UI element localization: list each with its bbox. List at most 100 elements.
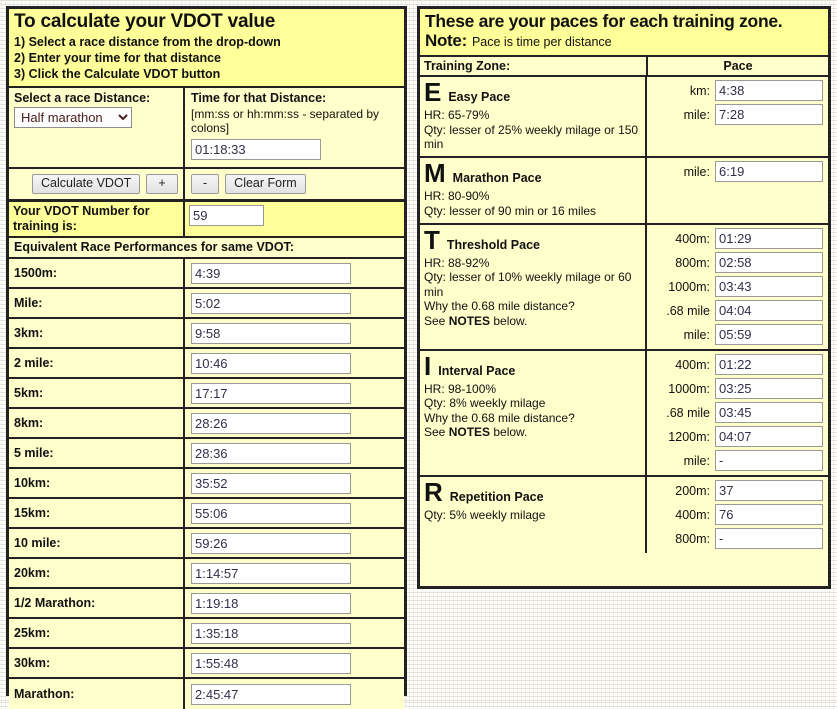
pace-line: mile: [647,324,823,345]
zone-hr-text: HR: 98-100% [424,382,641,396]
pace-value-input[interactable] [715,354,823,375]
training-paces-panel: These are your paces for each training z… [417,6,831,589]
pace-column-header: Pace [648,57,828,75]
decrement-button[interactable]: - [191,174,219,194]
pace-unit-label: mile: [647,328,715,342]
pace-value-input[interactable] [715,504,823,525]
race-time-value-input[interactable] [191,323,351,344]
pace-unit-label: 800m: [647,256,715,270]
pace-value-input[interactable] [715,480,823,501]
pace-unit-label: 400m: [647,508,715,522]
race-time-value-input[interactable] [191,263,351,284]
pace-value-input[interactable] [715,161,823,182]
race-time-value-input[interactable] [191,563,351,584]
pace-value-input[interactable] [715,426,823,447]
pace-value-input[interactable] [715,378,823,399]
race-time-value-input[interactable] [191,353,351,374]
race-distance-label: 10 mile: [9,529,185,557]
training-zone-description: RRepetition PaceQty: 5% weekly milage [420,477,647,553]
race-time-value-input[interactable] [191,503,351,524]
race-time-cell [185,473,404,494]
calculate-vdot-button[interactable]: Calculate VDOT [32,174,140,194]
race-time-value-input[interactable] [191,533,351,554]
calculator-title: To calculate your VDOT value [14,11,400,33]
zone-name-label: Repetition Pace [450,490,544,504]
vdot-value-input[interactable] [189,205,264,226]
race-distance-label: 10km: [9,469,185,497]
zone-meta-block: HR: 65-79%Qty: lesser of 25% weekly mila… [424,108,641,151]
race-distance-label: Mile: [9,289,185,317]
pace-value-input[interactable] [715,252,823,273]
race-distance-label: 5km: [9,379,185,407]
distance-label: Select a race Distance: [14,91,178,105]
zone-why-text: Why the 0.68 mile distance? [424,411,641,425]
pace-value-input[interactable] [715,300,823,321]
race-time-cell [185,563,404,584]
buttons-row: Calculate VDOT + - Clear Form [9,169,404,202]
race-time-value-input[interactable] [191,413,351,434]
race-time-cell [185,503,404,524]
zone-letter-badge: I [424,353,431,379]
zone-pace-values: 400m: 800m: 1000m: .68 mile mile: [647,225,828,349]
notes-keyword: NOTES [449,425,490,439]
race-time-value-input[interactable] [191,383,351,404]
table-row: Mile: [9,289,404,319]
race-time-cell [185,413,404,434]
zone-pace-values: 200m:400m:800m: [647,477,828,553]
vdot-calculator-panel: To calculate your VDOT value 1) Select a… [6,6,407,696]
pace-line: 400m: [647,504,823,525]
pace-value-input[interactable] [715,450,823,471]
pace-value-input[interactable] [715,402,823,423]
table-row: 2 mile: [9,349,404,379]
zone-name-label: Interval Pace [438,364,515,378]
race-time-value-input[interactable] [191,473,351,494]
zone-meta-block: HR: 88-92%Qty: lesser of 10% weekly mila… [424,256,641,328]
training-zone-row: IInterval PaceHR: 98-100%Qty: 8% weekly … [420,351,828,477]
clear-form-button[interactable]: Clear Form [225,174,306,194]
pace-value-input[interactable] [715,528,823,549]
zone-qty-text: Qty: lesser of 90 min or 16 miles [424,204,641,218]
pace-value-input[interactable] [715,104,823,125]
pace-line: 1000m: [647,276,823,297]
pace-line: km: [647,80,823,101]
race-distance-label: 5 mile: [9,439,185,467]
pace-line: .68 mile [647,300,823,321]
equivalent-races-header: Equivalent Race Performances for same VD… [9,238,404,259]
race-time-value-input[interactable] [191,293,351,314]
race-distance-select[interactable]: Half marathon [14,107,132,128]
pace-value-input[interactable] [715,276,823,297]
pace-value-input[interactable] [715,80,823,101]
training-zone-row: RRepetition PaceQty: 5% weekly milage200… [420,477,828,553]
zone-meta-block: HR: 80-90%Qty: lesser of 90 min or 16 mi… [424,189,641,218]
zone-letter-badge: M [424,160,446,186]
race-time-cell [185,323,404,344]
pace-line: 400m: [647,228,823,249]
increment-button[interactable]: + [146,174,177,194]
training-zone-description: TThreshold Pace HR: 88-92%Qty: lesser of … [420,225,647,349]
table-row: 5 mile: [9,439,404,469]
instruction-step-1: 1) Select a race distance from the drop-… [14,34,400,50]
zone-see-text: See NOTES below. [424,314,641,328]
race-distance-label: 20km: [9,559,185,587]
training-zone-heading: TThreshold Pace [424,227,641,253]
pace-line: 400m: [647,354,823,375]
race-time-value-input[interactable] [191,443,351,464]
pace-line: mile: [647,161,823,182]
pace-value-input[interactable] [715,324,823,345]
race-time-value-input[interactable] [191,653,351,674]
race-distance-label: 1/2 Marathon: [9,589,185,617]
race-time-cell [185,353,404,374]
race-time-input[interactable] [191,139,321,160]
table-row: 8km: [9,409,404,439]
race-time-value-input[interactable] [191,593,351,614]
training-zone-description: IInterval PaceHR: 98-100%Qty: 8% weekly … [420,351,647,475]
training-zone-description: MMarathon PaceHR: 80-90%Qty: lesser of 9… [420,158,647,223]
race-time-value-input[interactable] [191,623,351,644]
instructions-block: To calculate your VDOT value 1) Select a… [9,9,404,88]
input-row: Select a race Distance: Half marathon Ti… [9,88,404,169]
pace-unit-label: 400m: [647,232,715,246]
pace-value-input[interactable] [715,228,823,249]
table-row: 10km: [9,469,404,499]
pace-line: 800m: [647,528,823,549]
pace-unit-label: 800m: [647,532,715,546]
